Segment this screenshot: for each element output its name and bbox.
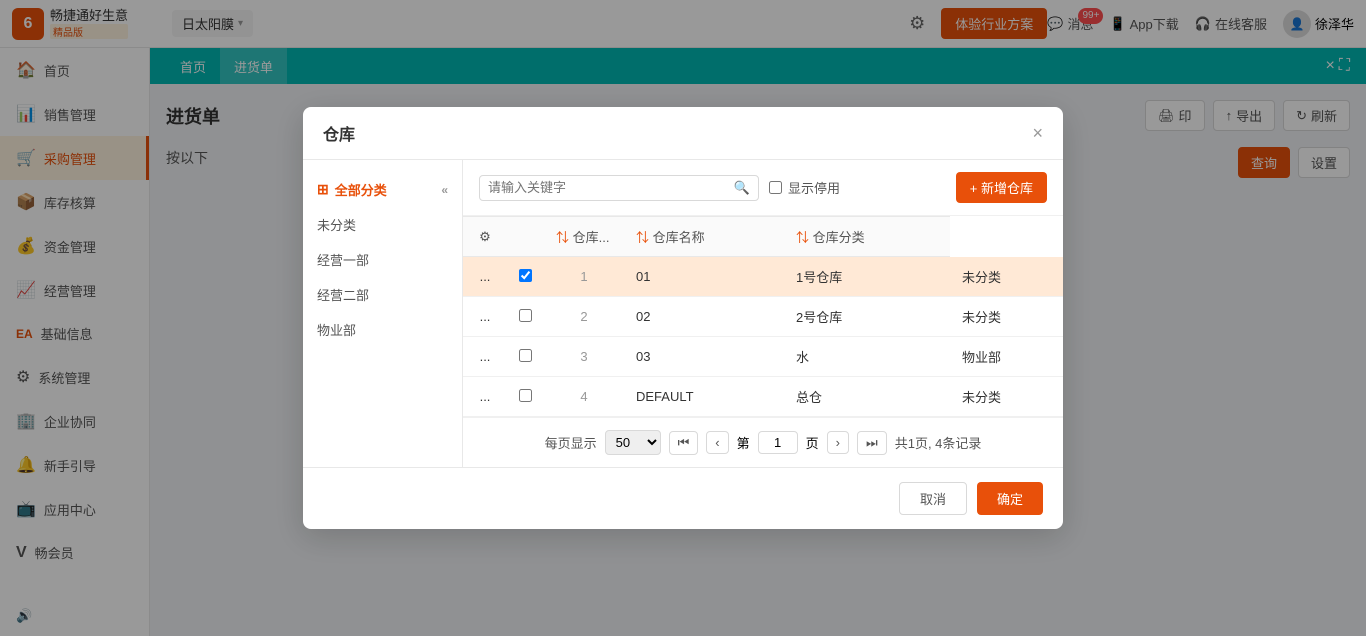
warehouse-right-panel: 🔍 显示停用 + 新增仓库 ⚙ ⇅ 仓库... ⇅ 仓库名称 ⇅ 仓库分类: [463, 160, 1063, 467]
row-gear: ...: [463, 377, 507, 417]
col-checkbox: [507, 217, 544, 257]
row-num: 2: [544, 297, 624, 337]
col-category: ⇅ 仓库分类: [784, 217, 950, 257]
col-code: ⇅ 仓库...: [544, 217, 624, 257]
row-num: 4: [544, 377, 624, 417]
row-name: 2号仓库: [784, 297, 950, 337]
row-code: 02: [624, 297, 784, 337]
page-total: 共1页, 4条记录: [895, 433, 982, 452]
col-gear[interactable]: ⚙: [463, 217, 507, 257]
row-checkbox[interactable]: [519, 349, 532, 362]
row-gear: ...: [463, 257, 507, 297]
category-dept1[interactable]: 经营一部: [303, 242, 462, 277]
table-header-row: ⚙ ⇅ 仓库... ⇅ 仓库名称 ⇅ 仓库分类: [463, 217, 1063, 257]
category-panel: ⊞ 全部分类 « 未分类 经营一部 经营二部 物业部: [303, 160, 463, 467]
search-icon[interactable]: 🔍: [734, 180, 750, 196]
row-category: 未分类: [950, 257, 1063, 297]
warehouse-table-wrap: ⚙ ⇅ 仓库... ⇅ 仓库名称 ⇅ 仓库分类 ... 1 01 1号仓库 未分…: [463, 216, 1063, 417]
modal-body: ⊞ 全部分类 « 未分类 经营一部 经营二部 物业部 🔍 显示停用 +: [303, 160, 1063, 467]
row-checkbox-cell: [507, 297, 544, 337]
category-unclassified[interactable]: 未分类: [303, 207, 462, 242]
row-checkbox-cell: [507, 377, 544, 417]
category-property[interactable]: 物业部: [303, 312, 462, 347]
table-row[interactable]: ... 4 DEFAULT 总仓 未分类: [463, 377, 1063, 417]
row-category: 物业部: [950, 337, 1063, 377]
per-page-label: 每页显示: [545, 433, 597, 452]
grid-icon: ⊞: [317, 181, 329, 198]
row-num: 3: [544, 337, 624, 377]
cancel-button[interactable]: 取消: [899, 482, 967, 515]
row-checkbox[interactable]: [519, 389, 532, 402]
category-dept2[interactable]: 经营二部: [303, 277, 462, 312]
pagination: 每页显示 50 20 100 ⏮ ‹ 第 页 › ⏭ 共1页, 4条记录: [463, 417, 1063, 467]
row-code: 03: [624, 337, 784, 377]
row-checkbox[interactable]: [519, 269, 532, 282]
show-disabled-checkbox[interactable]: [769, 181, 782, 194]
warehouse-modal: 仓库 × ⊞ 全部分类 « 未分类 经营一部 经营二部 物业部 🔍: [303, 107, 1063, 529]
page-suffix: 页: [806, 433, 819, 452]
search-input-wrap: 🔍: [479, 175, 759, 201]
row-category: 未分类: [950, 297, 1063, 337]
search-input[interactable]: [488, 180, 734, 195]
prev-page-button[interactable]: ‹: [706, 431, 728, 454]
row-gear: ...: [463, 297, 507, 337]
row-name: 水: [784, 337, 950, 377]
confirm-button[interactable]: 确定: [977, 482, 1043, 515]
next-page-button[interactable]: ›: [827, 431, 849, 454]
row-name: 总仓: [784, 377, 950, 417]
last-page-button[interactable]: ⏭: [857, 431, 887, 455]
row-num: 1: [544, 257, 624, 297]
col-name: ⇅ 仓库名称: [624, 217, 784, 257]
modal-footer: 取消 确定: [303, 467, 1063, 529]
modal-header: 仓库 ×: [303, 107, 1063, 160]
show-disabled-label[interactable]: 显示停用: [769, 178, 840, 197]
row-name: 1号仓库: [784, 257, 950, 297]
first-page-button[interactable]: ⏮: [669, 431, 699, 455]
all-categories-header[interactable]: ⊞ 全部分类 «: [303, 172, 462, 207]
row-checkbox-cell: [507, 337, 544, 377]
row-code: 01: [624, 257, 784, 297]
per-page-select[interactable]: 50 20 100: [605, 430, 661, 455]
table-row[interactable]: ... 2 02 2号仓库 未分类: [463, 297, 1063, 337]
table-row[interactable]: ... 1 01 1号仓库 未分类: [463, 257, 1063, 297]
page-label: 第: [737, 433, 750, 452]
table-row[interactable]: ... 3 03 水 物业部: [463, 337, 1063, 377]
modal-close-button[interactable]: ×: [1032, 123, 1043, 144]
row-gear: ...: [463, 337, 507, 377]
search-bar: 🔍 显示停用 + 新增仓库: [463, 160, 1063, 216]
row-code: DEFAULT: [624, 377, 784, 417]
row-checkbox-cell: [507, 257, 544, 297]
modal-title: 仓库: [323, 121, 355, 145]
warehouse-table: ⚙ ⇅ 仓库... ⇅ 仓库名称 ⇅ 仓库分类 ... 1 01 1号仓库 未分…: [463, 216, 1063, 417]
collapse-icon[interactable]: «: [441, 183, 448, 197]
row-category: 未分类: [950, 377, 1063, 417]
page-input[interactable]: [758, 431, 798, 454]
row-checkbox[interactable]: [519, 309, 532, 322]
add-warehouse-button[interactable]: + 新增仓库: [956, 172, 1047, 203]
all-categories-label: 全部分类: [335, 180, 387, 199]
